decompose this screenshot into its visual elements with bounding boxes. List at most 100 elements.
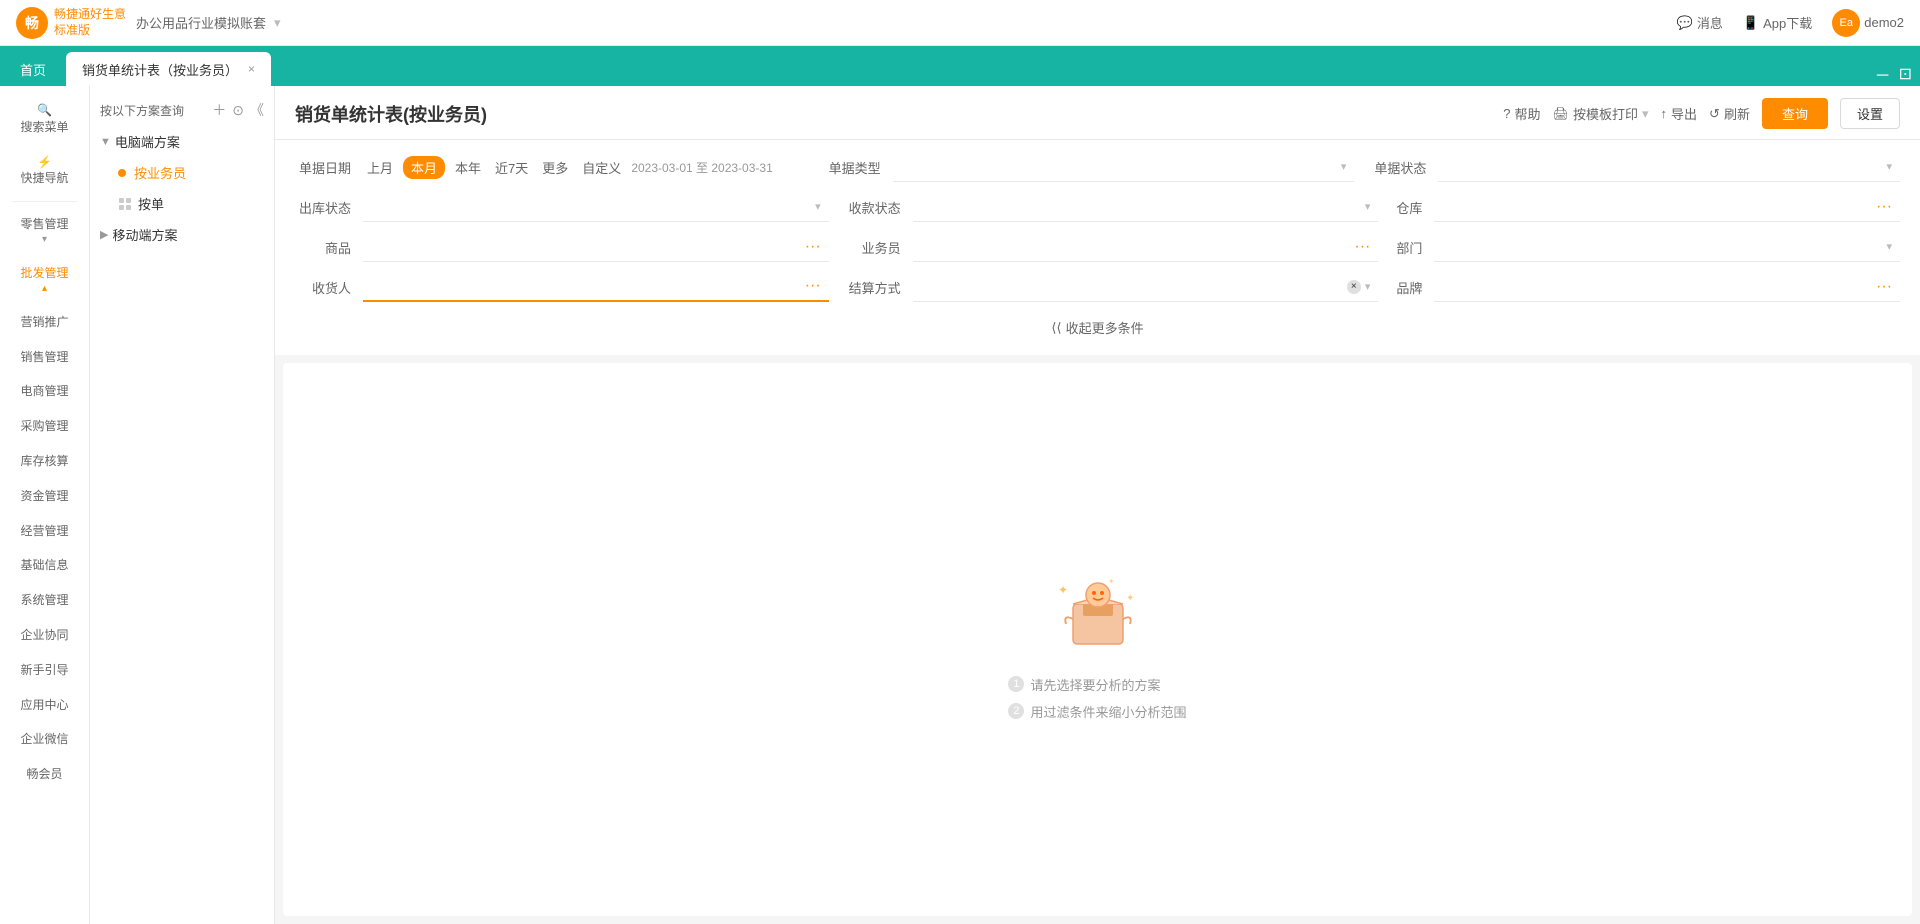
by-salesperson-label: 按业务员 (134, 163, 186, 182)
sidebar-item-wholesale[interactable]: 批发管理 ▴ (4, 257, 85, 304)
message-icon: 💬 (1677, 15, 1693, 31)
sidebar-item-purchase[interactable]: 采购管理 (4, 410, 85, 443)
page-actions: ? 帮助 🖨 按模板打印 ▾ ↑ 导出 ↺ (1503, 98, 1900, 129)
page-title: 销货单统计表(按业务员) (295, 101, 487, 127)
refresh-btn[interactable]: ↺ 刷新 (1709, 104, 1750, 123)
tree-item-by-order[interactable]: 按单 (90, 188, 274, 219)
mobile-section-label: 移动端方案 (112, 225, 177, 244)
page-header: 销货单统计表(按业务员) ? 帮助 🖨 按模板打印 ▾ ↑ (275, 86, 1920, 140)
date-tabs: 上月 本月 本年 近7天 更多 自定义 (363, 156, 625, 179)
empty-tips: 1 请先选择要分析的方案 2 用过滤条件来缩小分析范围 (1008, 675, 1186, 721)
out-status-select[interactable]: ▾ (363, 192, 829, 222)
goods-dots[interactable]: ··· (805, 238, 821, 256)
consignee-dots[interactable]: ··· (805, 277, 821, 295)
sidebar-collab-label: 企业协同 (8, 627, 81, 644)
receipt-status-select[interactable]: ▾ (913, 192, 1379, 222)
sidebar-item-search[interactable]: 🔍 搜索菜单 (4, 94, 85, 144)
tab-maximize-icon[interactable]: ⊡ (1899, 64, 1912, 84)
filter-row-3: 商品 ··· 业务员 ··· 部门 ▾ (295, 232, 1900, 262)
help-btn[interactable]: ? 帮助 (1503, 104, 1540, 123)
sidebar-item-member[interactable]: 畅会员 (4, 758, 85, 791)
empty-state: ✦ ✦ ✦ 1 请先选择要分析的方案 2 用过滤条件来缩小分析范围 (283, 363, 1912, 916)
sidebar-item-basic[interactable]: 基础信息 (4, 549, 85, 582)
sidebar-item-apps[interactable]: 应用中心 (4, 689, 85, 722)
tree-section-mobile[interactable]: ▶ 移动端方案 (90, 219, 274, 250)
message-action[interactable]: 💬 消息 (1677, 13, 1723, 32)
refresh-label: 刷新 (1724, 104, 1750, 123)
date-tab-this-year[interactable]: 本年 (451, 156, 485, 179)
add-scheme-btn[interactable]: ＋ (212, 100, 226, 120)
phone-icon: 📱 (1743, 15, 1759, 31)
mobile-section-toggle: ▶ (100, 228, 108, 241)
sidebar-item-guide[interactable]: 新手引导 (4, 654, 85, 687)
doc-status-select[interactable]: ▾ (1438, 152, 1900, 182)
date-tab-more[interactable]: 更多 (538, 156, 572, 179)
sidebar-item-shortcuts[interactable]: ⚡ 快捷导航 (4, 146, 85, 196)
template-print-btn[interactable]: 🖨 按模板打印 ▾ (1552, 104, 1648, 123)
empty-tip-2: 2 用过滤条件来缩小分析范围 (1008, 702, 1186, 721)
printer-icon: 🖨 (1552, 106, 1569, 122)
tree-item-by-salesperson[interactable]: 按业务员 (90, 157, 274, 188)
tab-home-label: 首页 (20, 60, 46, 79)
collapse-label: 收起更多条件 (1066, 318, 1144, 337)
sidebar-item-wechat[interactable]: 企业微信 (4, 723, 85, 756)
collapse-filters-btn[interactable]: ⟨⟨ 收起更多条件 (1051, 312, 1143, 343)
filter-row-4: 收货人 ··· 结算方式 × ▾ 品牌 ··· (295, 272, 1900, 302)
active-dot (118, 169, 126, 177)
sidebar-item-system[interactable]: 系统管理 (4, 584, 85, 617)
sidebar-finance-label: 资金管理 (8, 488, 81, 505)
sidebar-item-collab[interactable]: 企业协同 (4, 619, 85, 652)
sidebar-operations-label: 经营管理 (8, 523, 81, 540)
tab-sales-stats-label: 销货单统计表（按业务员） (82, 60, 238, 79)
shortcuts-icon: ⚡ (8, 154, 81, 171)
svg-text:✦: ✦ (1058, 583, 1068, 597)
tip-2-text: 用过滤条件来缩小分析范围 (1030, 702, 1186, 721)
brand-dots[interactable]: ··· (1876, 278, 1892, 296)
settings-scheme-btn[interactable]: ⊙ (232, 102, 244, 119)
settlement-dropdown-icon: ▾ (1365, 280, 1371, 293)
tab-close-icon[interactable]: × (248, 62, 255, 76)
sidebar-item-inventory[interactable]: 库存核算 (4, 445, 85, 478)
export-label: 导出 (1671, 104, 1697, 123)
refresh-icon: ↺ (1709, 106, 1720, 122)
settings-button[interactable]: 设置 (1840, 98, 1900, 129)
settlement-select[interactable]: × ▾ (913, 272, 1379, 302)
warehouse-dots[interactable]: ··· (1876, 198, 1892, 216)
consignee-input[interactable] (371, 279, 805, 294)
doc-type-select[interactable]: ▾ (893, 152, 1355, 182)
consignee-field: ··· (363, 272, 829, 302)
export-btn[interactable]: ↑ 导出 (1661, 104, 1698, 123)
out-status-dropdown-icon: ▾ (815, 200, 821, 213)
consignee-label: 收货人 (295, 278, 351, 297)
filter-area: 单据日期 上月 本月 本年 近7天 更多 自定义 2023-03-01 至 20… (275, 140, 1920, 355)
salesperson-dots[interactable]: ··· (1354, 238, 1370, 256)
empty-illustration: ✦ ✦ ✦ (1048, 559, 1148, 659)
department-select[interactable]: ▾ (1434, 232, 1900, 262)
sidebar-item-retail[interactable]: 零售管理 ▾ (4, 208, 85, 255)
date-range-display: 2023-03-01 至 2023-03-31 (631, 159, 772, 176)
breadcrumb[interactable]: 办公用品行业模拟账套 ▾ (136, 13, 281, 32)
sidebar-menu: 🔍 搜索菜单 ⚡ 快捷导航 零售管理 ▾ 批发管理 ▴ 营销推广 销售管理 (0, 86, 89, 799)
sidebar-item-ecommerce[interactable]: 电商管理 (4, 375, 85, 408)
tab-sales-stats[interactable]: 销货单统计表（按业务员） × (66, 52, 271, 86)
date-tab-this-month[interactable]: 本月 (403, 156, 445, 179)
app-download-action[interactable]: 📱 App下载 (1743, 13, 1812, 32)
sidebar-item-operations[interactable]: 经营管理 (4, 515, 85, 548)
query-button[interactable]: 查询 (1762, 98, 1828, 129)
sidebar-item-marketing[interactable]: 营销推广 (4, 306, 85, 339)
sidebar-retail-label: 零售管理 (8, 216, 81, 233)
user-area[interactable]: Ea demo2 (1832, 9, 1904, 37)
left-panel-title: 按以下方案查询 (100, 102, 184, 119)
sidebar-item-finance[interactable]: 资金管理 (4, 480, 85, 513)
tree-section-pc[interactable]: ▼ 电脑端方案 (90, 126, 274, 157)
goods-field: ··· (363, 232, 829, 262)
settlement-clear-btn[interactable]: × (1347, 280, 1361, 294)
collapse-panel-btn[interactable]: 《 (250, 100, 264, 120)
date-tab-last-7-days[interactable]: 近7天 (491, 156, 532, 179)
tab-home[interactable]: 首页 (4, 52, 62, 86)
salesperson-label: 业务员 (841, 238, 901, 257)
tab-minimize-icon[interactable]: － (1875, 62, 1891, 86)
date-tab-custom[interactable]: 自定义 (578, 156, 625, 179)
date-tab-last-month[interactable]: 上月 (363, 156, 397, 179)
sidebar-item-sales[interactable]: 销售管理 (4, 341, 85, 374)
